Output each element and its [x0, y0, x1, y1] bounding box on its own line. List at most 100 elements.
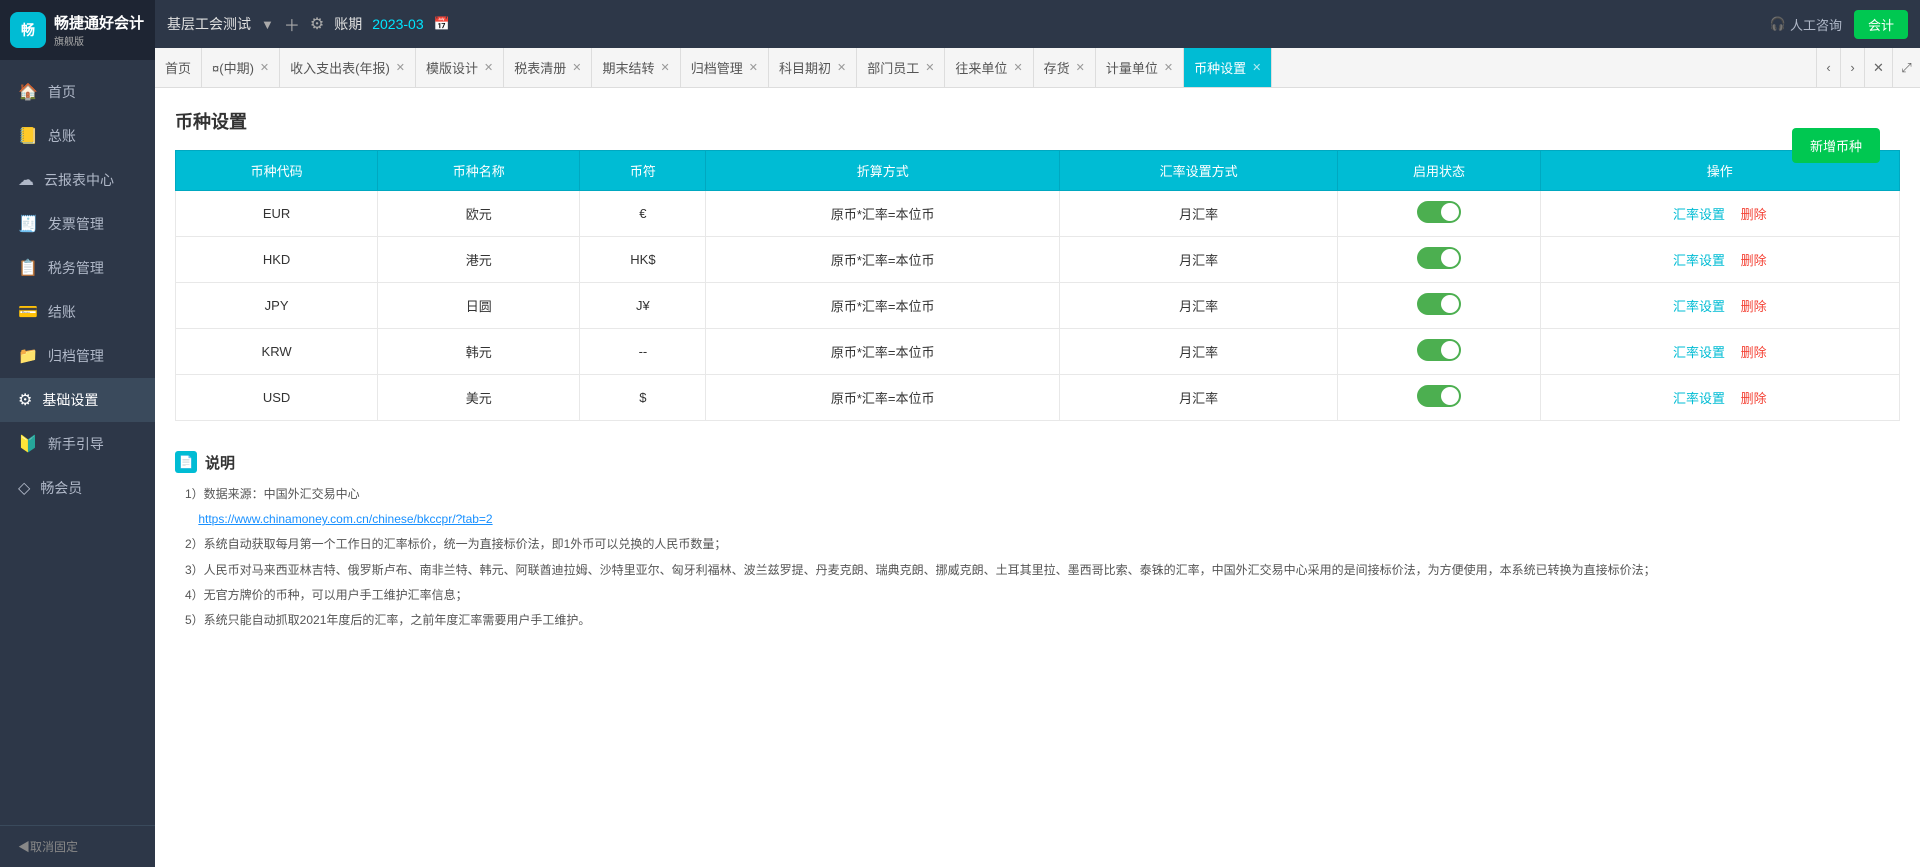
- sidebar-item-ledger[interactable]: 📒总账: [0, 114, 155, 158]
- sidebar-label-checkout: 结账: [48, 302, 76, 322]
- rate-setting-link-3[interactable]: 汇率设置: [1673, 345, 1725, 360]
- tabs-close-all-btn[interactable]: ✕: [1864, 48, 1892, 88]
- tab-home[interactable]: 首页: [155, 48, 202, 88]
- sidebar-item-invoice[interactable]: 🧾发票管理: [0, 202, 155, 246]
- tabs-expand-btn[interactable]: ⤢: [1892, 48, 1920, 88]
- tab-label-tax_clear: 税表清册: [514, 58, 566, 77]
- sidebar-label-ledger: 总账: [48, 126, 76, 146]
- tab-subjects[interactable]: 科目期初 ✕: [769, 48, 857, 88]
- tab-label-dept: 部门员工: [867, 58, 919, 77]
- rate-setting-link-4[interactable]: 汇率设置: [1673, 391, 1725, 406]
- calendar-icon[interactable]: 📅: [434, 16, 450, 32]
- app-subtitle: 旗舰版: [54, 33, 144, 48]
- sidebar-item-home[interactable]: 🏠首页: [0, 70, 155, 114]
- toggle-4[interactable]: [1417, 385, 1461, 407]
- tab-close-inventory[interactable]: ✕: [1076, 61, 1085, 74]
- cell-actions-0: 汇率设置 删除: [1540, 191, 1899, 237]
- col-rate-type: 汇率设置方式: [1059, 151, 1337, 191]
- note-item-1: https://www.chinamoney.com.cn/chinese/bk…: [185, 510, 1900, 529]
- delete-link-1[interactable]: 删除: [1741, 253, 1767, 268]
- cell-symbol-1: HK$: [580, 237, 706, 283]
- sidebar-label-tax: 税务管理: [48, 258, 104, 278]
- cell-name-4: 美元: [378, 375, 580, 421]
- page-title: 币种设置: [175, 108, 1900, 134]
- settings-icon[interactable]: ⚙: [310, 14, 324, 34]
- period-label: 账期: [334, 14, 362, 34]
- cell-actions-4: 汇率设置 删除: [1540, 375, 1899, 421]
- cell-calc-3: 原币*汇率=本位币: [706, 329, 1060, 375]
- tab-close-dept[interactable]: ✕: [925, 61, 934, 74]
- delete-link-0[interactable]: 删除: [1741, 207, 1767, 222]
- tab-close-income[interactable]: ✕: [396, 61, 405, 74]
- sidebar-item-archive[interactable]: 📁归档管理: [0, 334, 155, 378]
- tab-close-template[interactable]: ✕: [484, 61, 493, 74]
- cell-code-3: KRW: [176, 329, 378, 375]
- tab-inventory[interactable]: 存货 ✕: [1034, 48, 1096, 88]
- tab-close-currency[interactable]: ✕: [1252, 61, 1261, 74]
- notes-list: 1）数据来源：中国外汇交易中心 https://www.chinamoney.c…: [175, 485, 1900, 630]
- delete-link-3[interactable]: 删除: [1741, 345, 1767, 360]
- tab-template[interactable]: 模版设计 ✕: [416, 48, 504, 88]
- tab-close-arch_mgmt[interactable]: ✕: [749, 61, 758, 74]
- delete-link-4[interactable]: 删除: [1741, 391, 1767, 406]
- company-dropdown-icon[interactable]: ▼: [261, 17, 274, 32]
- sidebar-label-member: 畅会员: [40, 478, 82, 498]
- notes-link[interactable]: https://www.chinamoney.com.cn/chinese/bk…: [198, 512, 492, 526]
- tab-period_end[interactable]: 期末结转 ✕: [592, 48, 680, 88]
- sidebar-pin-toggle[interactable]: ◀取消固定: [0, 825, 155, 867]
- tab-units[interactable]: 计量单位✕: [1096, 48, 1184, 88]
- sidebar-item-reports[interactable]: ☁云报表中心: [0, 158, 155, 202]
- tab-label-inventory: 存货: [1044, 58, 1070, 77]
- tab-close-customers[interactable]: ✕: [1013, 61, 1022, 74]
- add-tab-icon[interactable]: ＋: [284, 12, 300, 36]
- tab-close-balance[interactable]: ✕: [260, 61, 269, 74]
- tab-income[interactable]: 收入支出表(年报)✕: [280, 48, 416, 88]
- note-item-2: 2）系统自动获取每月第一个工作日的汇率标价，统一为直接标价法，即1外币可以兑换的…: [185, 535, 1900, 554]
- sidebar-label-invoice: 发票管理: [48, 214, 104, 234]
- cell-symbol-4: $: [580, 375, 706, 421]
- rate-setting-link-1[interactable]: 汇率设置: [1673, 253, 1725, 268]
- tab-label-home: 首页: [165, 58, 191, 77]
- toggle-1[interactable]: [1417, 247, 1461, 269]
- service-button[interactable]: 🎧 人工咨询: [1770, 15, 1842, 34]
- tab-arch_mgmt[interactable]: 归档管理✕: [681, 48, 769, 88]
- toggle-3[interactable]: [1417, 339, 1461, 361]
- tab-label-period_end: 期末结转: [602, 58, 654, 77]
- sidebar-icon-tax: 📋: [18, 258, 38, 278]
- tab-balance[interactable]: ¤(中期)✕: [202, 48, 280, 88]
- tabs-next-btn[interactable]: ›: [1840, 48, 1864, 88]
- sidebar-item-checkout[interactable]: 💳结账: [0, 290, 155, 334]
- col-code: 币种代码: [176, 151, 378, 191]
- sidebar-icon-reports: ☁: [18, 170, 34, 190]
- rate-setting-link-0[interactable]: 汇率设置: [1673, 207, 1725, 222]
- cell-code-1: HKD: [176, 237, 378, 283]
- cell-code-4: USD: [176, 375, 378, 421]
- tabs-container: 首页¤(中期)✕收入支出表(年报)✕模版设计✕税表清册✕期末结转✕归档管理✕科目…: [155, 48, 1816, 88]
- delete-link-2[interactable]: 删除: [1741, 299, 1767, 314]
- cell-calc-2: 原币*汇率=本位币: [706, 283, 1060, 329]
- app-title: 畅捷通好会计: [54, 12, 144, 33]
- sidebar-item-tax[interactable]: 📋 税务管理: [0, 246, 155, 290]
- tab-close-tax_clear[interactable]: ✕: [572, 61, 581, 74]
- tab-currency[interactable]: 币种设置✕: [1184, 48, 1272, 88]
- tab-label-template: 模版设计: [426, 58, 478, 77]
- tab-tax_clear[interactable]: 税表清册 ✕: [504, 48, 592, 88]
- toggle-0[interactable]: [1417, 201, 1461, 223]
- tab-dept[interactable]: 部门员工 ✕: [857, 48, 945, 88]
- tab-customers[interactable]: 往来单位 ✕: [945, 48, 1033, 88]
- tab-close-period_end[interactable]: ✕: [661, 61, 670, 74]
- sidebar-item-guide[interactable]: 🔰新手引导: [0, 422, 155, 466]
- tab-close-units[interactable]: ✕: [1164, 61, 1173, 74]
- toggle-2[interactable]: [1417, 293, 1461, 315]
- new-currency-button[interactable]: 新增币种: [1792, 128, 1880, 163]
- account-button[interactable]: 会计: [1854, 10, 1908, 39]
- cell-symbol-2: J¥: [580, 283, 706, 329]
- tab-label-subjects: 科目期初: [779, 58, 831, 77]
- tab-close-subjects[interactable]: ✕: [837, 61, 846, 74]
- tab-label-customers: 往来单位: [955, 58, 1007, 77]
- sidebar-item-member[interactable]: ◇畅会员: [0, 466, 155, 510]
- tabs-prev-btn[interactable]: ‹: [1816, 48, 1840, 88]
- sidebar-item-settings[interactable]: ⚙基础设置: [0, 378, 155, 422]
- rate-setting-link-2[interactable]: 汇率设置: [1673, 299, 1725, 314]
- tabs-bar: 首页¤(中期)✕收入支出表(年报)✕模版设计✕税表清册✕期末结转✕归档管理✕科目…: [155, 48, 1920, 88]
